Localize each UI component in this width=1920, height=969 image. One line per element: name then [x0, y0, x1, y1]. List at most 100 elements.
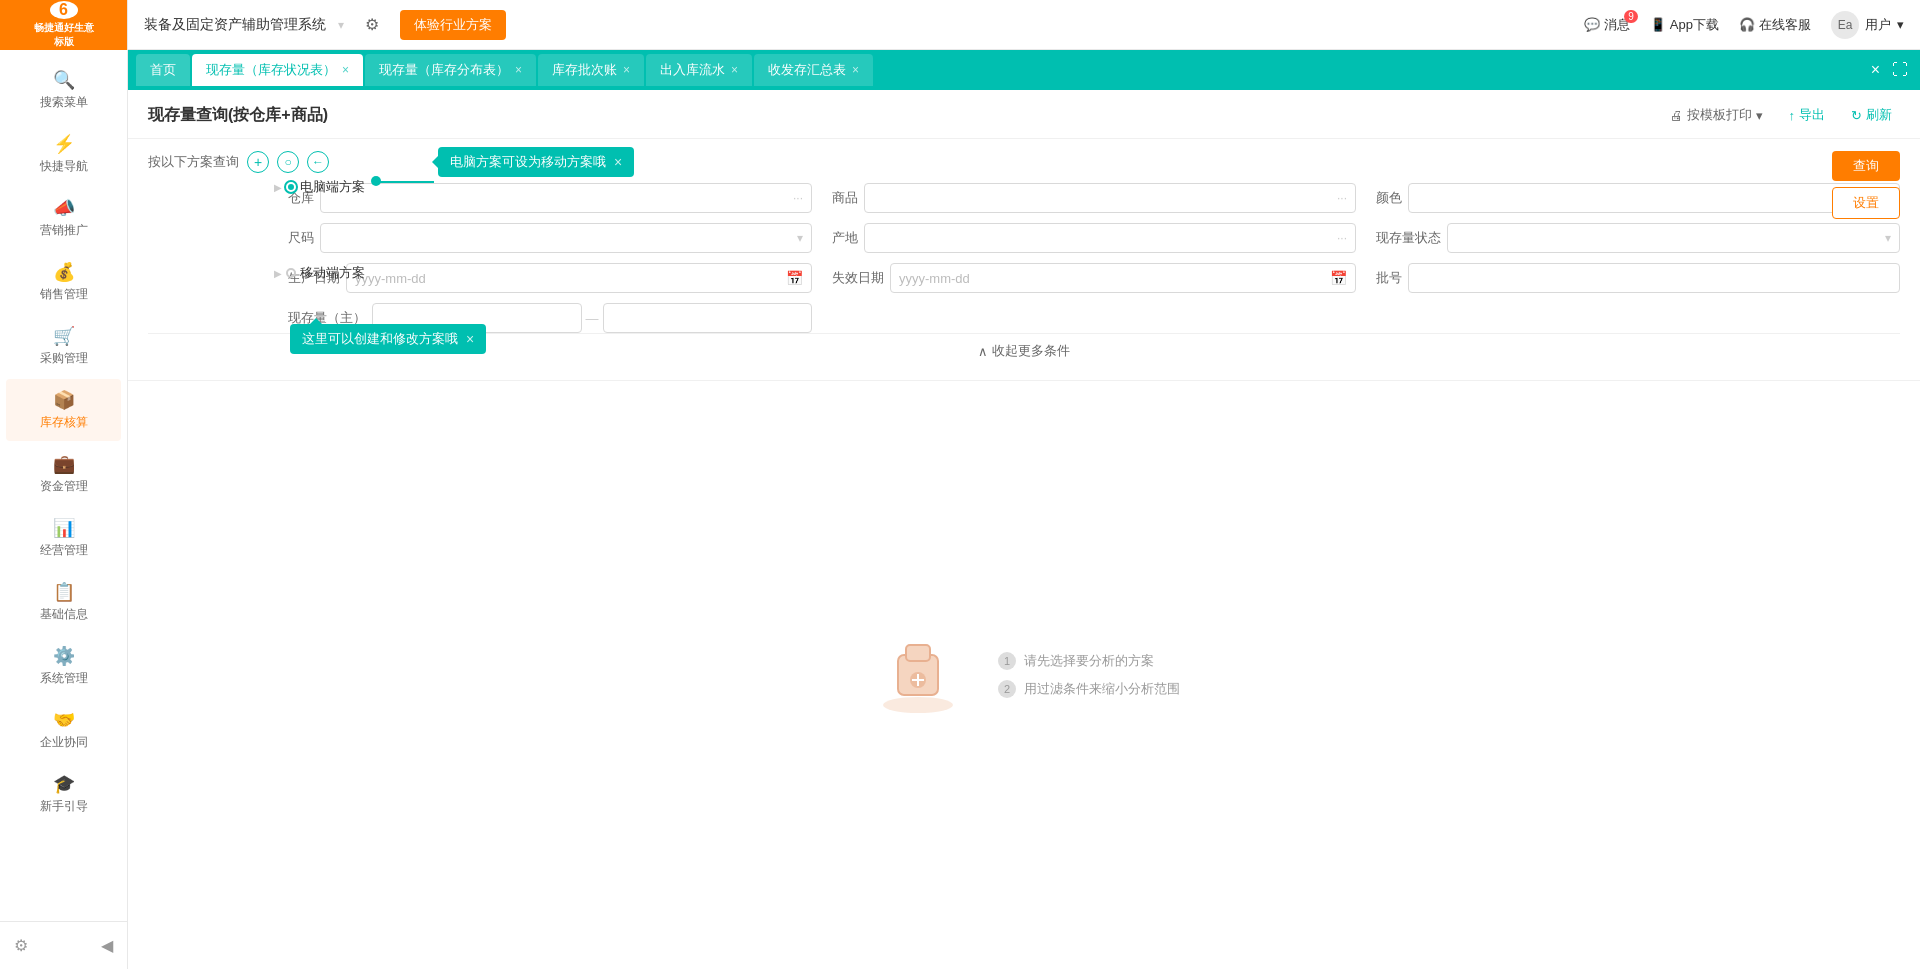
- filter-row-batch: 批号: [1376, 263, 1900, 293]
- settings-bottom-btn[interactable]: ⚙: [10, 932, 32, 959]
- quicknav-icon: ⚡: [53, 133, 75, 155]
- tab-in-out-flow[interactable]: 出入库流水 ×: [646, 54, 752, 86]
- sidebar-item-guide[interactable]: 🎓 新手引导: [6, 763, 121, 825]
- sidebar-item-finance[interactable]: 💼 资金管理: [6, 443, 121, 505]
- color-select[interactable]: ▾: [1408, 183, 1900, 213]
- size-arrow: ▾: [797, 231, 803, 245]
- range-dash: —: [586, 311, 599, 326]
- svg-point-0: [883, 697, 953, 713]
- sidebar-item-quicknav-label: 快捷导航: [40, 158, 88, 175]
- sidebar-item-sales[interactable]: 💰 销售管理: [6, 251, 121, 313]
- product-select[interactable]: ···: [864, 183, 1356, 213]
- collapse-sidebar-btn[interactable]: ◀: [97, 932, 117, 959]
- sidebar-item-finance-label: 资金管理: [40, 478, 88, 495]
- set-button[interactable]: 设置: [1832, 187, 1900, 219]
- app-download-button[interactable]: 📱 App下载: [1650, 16, 1719, 34]
- edit-scheme-tooltip-close[interactable]: ×: [466, 331, 474, 347]
- filter-label: 按以下方案查询: [148, 153, 239, 171]
- stock-main-to[interactable]: [603, 303, 813, 333]
- sidebar-item-operations-label: 经营管理: [40, 542, 88, 559]
- export-button[interactable]: ↑ 导出: [1781, 102, 1834, 128]
- tab-inventory-status[interactable]: 现存量（库存状况表） ×: [192, 54, 363, 86]
- stock-status-arrow: ▾: [1885, 231, 1891, 245]
- gear-button[interactable]: ⚙: [356, 9, 388, 41]
- header-right: 💬 消息 9 📱 App下载 🎧 在线客服 Ea 用户 ▾: [1584, 11, 1904, 39]
- edit-scheme-tooltip: 这里可以创建和修改方案哦 ×: [290, 324, 486, 354]
- sidebar-item-enterprise[interactable]: 🤝 企业协同: [6, 699, 121, 761]
- content-area: 现存量查询(按仓库+商品) 🖨 按模板打印 ▾ ↑ 导出 ↻ 刷新: [128, 90, 1920, 969]
- tab-inventory-dist-close[interactable]: ×: [515, 63, 522, 77]
- top-header: 装备及固定资产辅助管理系统 ▾ ⚙ 体验行业方案 💬 消息 9 📱 App下载 …: [128, 0, 1920, 50]
- tab-batch-account-close[interactable]: ×: [623, 63, 630, 77]
- filter-row-stock-status: 现存量状态 ▾: [1376, 223, 1900, 253]
- filter-add-button[interactable]: +: [247, 151, 269, 173]
- sidebar-item-purchase[interactable]: 🛒 采购管理: [6, 315, 121, 377]
- print-button[interactable]: 🖨 按模板打印 ▾: [1662, 102, 1771, 128]
- inventory-icon: 📦: [53, 389, 75, 411]
- industry-button[interactable]: 体验行业方案: [400, 10, 506, 40]
- tab-in-out-flow-close[interactable]: ×: [731, 63, 738, 77]
- sidebar-item-sales-label: 销售管理: [40, 286, 88, 303]
- tab-receive-summary-close[interactable]: ×: [852, 63, 859, 77]
- message-button[interactable]: 💬 消息 9: [1584, 16, 1630, 34]
- scheme-mobile[interactable]: ▶ 移动端方案: [268, 260, 428, 286]
- sidebar-item-operations[interactable]: 📊 经营管理: [6, 507, 121, 569]
- empty-text: 1 请先选择要分析的方案 2 用过滤条件来缩小分析范围: [998, 652, 1180, 698]
- expiry-date-input[interactable]: yyyy-mm-dd 📅: [890, 263, 1356, 293]
- export-icon: ↑: [1789, 108, 1796, 123]
- tree-arrow-pc: ▶: [274, 182, 282, 193]
- tab-bar-actions: × ⛶: [1867, 57, 1912, 83]
- empty-step-1: 1 请先选择要分析的方案: [998, 652, 1180, 670]
- search-button[interactable]: 查询: [1832, 151, 1900, 181]
- stock-status-select[interactable]: ▾: [1447, 223, 1900, 253]
- collapse-label: 收起更多条件: [992, 342, 1070, 360]
- sidebar: 6 畅捷通好生意 标版 🔍 搜索菜单 ⚡ 快捷导航 📣 营销推广 💰 销售管理 …: [0, 0, 128, 969]
- sidebar-item-search-label: 搜索菜单: [40, 94, 88, 111]
- filter-back-button[interactable]: ←: [307, 151, 329, 173]
- system-icon: ⚙️: [53, 645, 75, 667]
- system-dropdown-arrow[interactable]: ▾: [338, 18, 344, 32]
- origin-select[interactable]: ···: [864, 223, 1356, 253]
- tab-inventory-dist[interactable]: 现存量（库存分布表） ×: [365, 54, 536, 86]
- user-menu[interactable]: Ea 用户 ▾: [1831, 11, 1904, 39]
- warehouse-dots: ···: [793, 191, 803, 205]
- filter-row-color: 颜色 ▾: [1376, 183, 1900, 213]
- main-area: 装备及固定资产辅助管理系统 ▾ ⚙ 体验行业方案 💬 消息 9 📱 App下载 …: [128, 0, 1920, 969]
- sidebar-item-search[interactable]: 🔍 搜索菜单: [6, 59, 121, 121]
- tab-batch-account[interactable]: 库存批次账 ×: [538, 54, 644, 86]
- tab-batch-account-label: 库存批次账: [552, 61, 617, 79]
- guide-icon: 🎓: [53, 773, 75, 795]
- online-service-button[interactable]: 🎧 在线客服: [1739, 16, 1811, 34]
- scheme-pc[interactable]: ▶ 电脑端方案: [268, 174, 428, 200]
- tab-receive-summary[interactable]: 收发存汇总表 ×: [754, 54, 873, 86]
- tab-receive-summary-label: 收发存汇总表: [768, 61, 846, 79]
- avatar-text: Ea: [1838, 18, 1853, 32]
- search-icon: 🔍: [53, 69, 75, 91]
- tab-inventory-status-close[interactable]: ×: [342, 63, 349, 77]
- print-icon: 🖨: [1670, 108, 1683, 123]
- batch-label: 批号: [1376, 269, 1402, 287]
- scheme-pc-label: 电脑端方案: [300, 178, 365, 196]
- sidebar-item-marketing[interactable]: 📣 营销推广: [6, 187, 121, 249]
- filter-edit-button[interactable]: ○: [277, 151, 299, 173]
- edit-scheme-tooltip-text: 这里可以创建和修改方案哦: [302, 330, 458, 348]
- stock-status-label: 现存量状态: [1376, 229, 1441, 247]
- refresh-button[interactable]: ↻ 刷新: [1843, 102, 1900, 128]
- sidebar-item-inventory[interactable]: 📦 库存核算: [6, 379, 121, 441]
- tab-home[interactable]: 首页: [136, 54, 190, 86]
- empty-state: 1 请先选择要分析的方案 2 用过滤条件来缩小分析范围: [128, 381, 1920, 969]
- sidebar-item-marketing-label: 营销推广: [40, 222, 88, 239]
- batch-input[interactable]: [1408, 263, 1900, 293]
- sidebar-item-quicknav[interactable]: ⚡ 快捷导航: [6, 123, 121, 185]
- tab-expand[interactable]: ⛶: [1888, 57, 1912, 83]
- expiry-date-label: 失效日期: [832, 269, 884, 287]
- tab-home-label: 首页: [150, 61, 176, 79]
- tab-close-all[interactable]: ×: [1867, 57, 1884, 83]
- sidebar-item-basic[interactable]: 📋 基础信息: [6, 571, 121, 633]
- product-label: 商品: [832, 189, 858, 207]
- page-actions: 🖨 按模板打印 ▾ ↑ 导出 ↻ 刷新: [1662, 102, 1901, 128]
- message-badge: 9: [1624, 10, 1638, 23]
- sidebar-bottom: ⚙ ◀: [0, 921, 127, 969]
- scheme-tooltip-close[interactable]: ×: [614, 154, 622, 170]
- sidebar-item-system[interactable]: ⚙️ 系统管理: [6, 635, 121, 697]
